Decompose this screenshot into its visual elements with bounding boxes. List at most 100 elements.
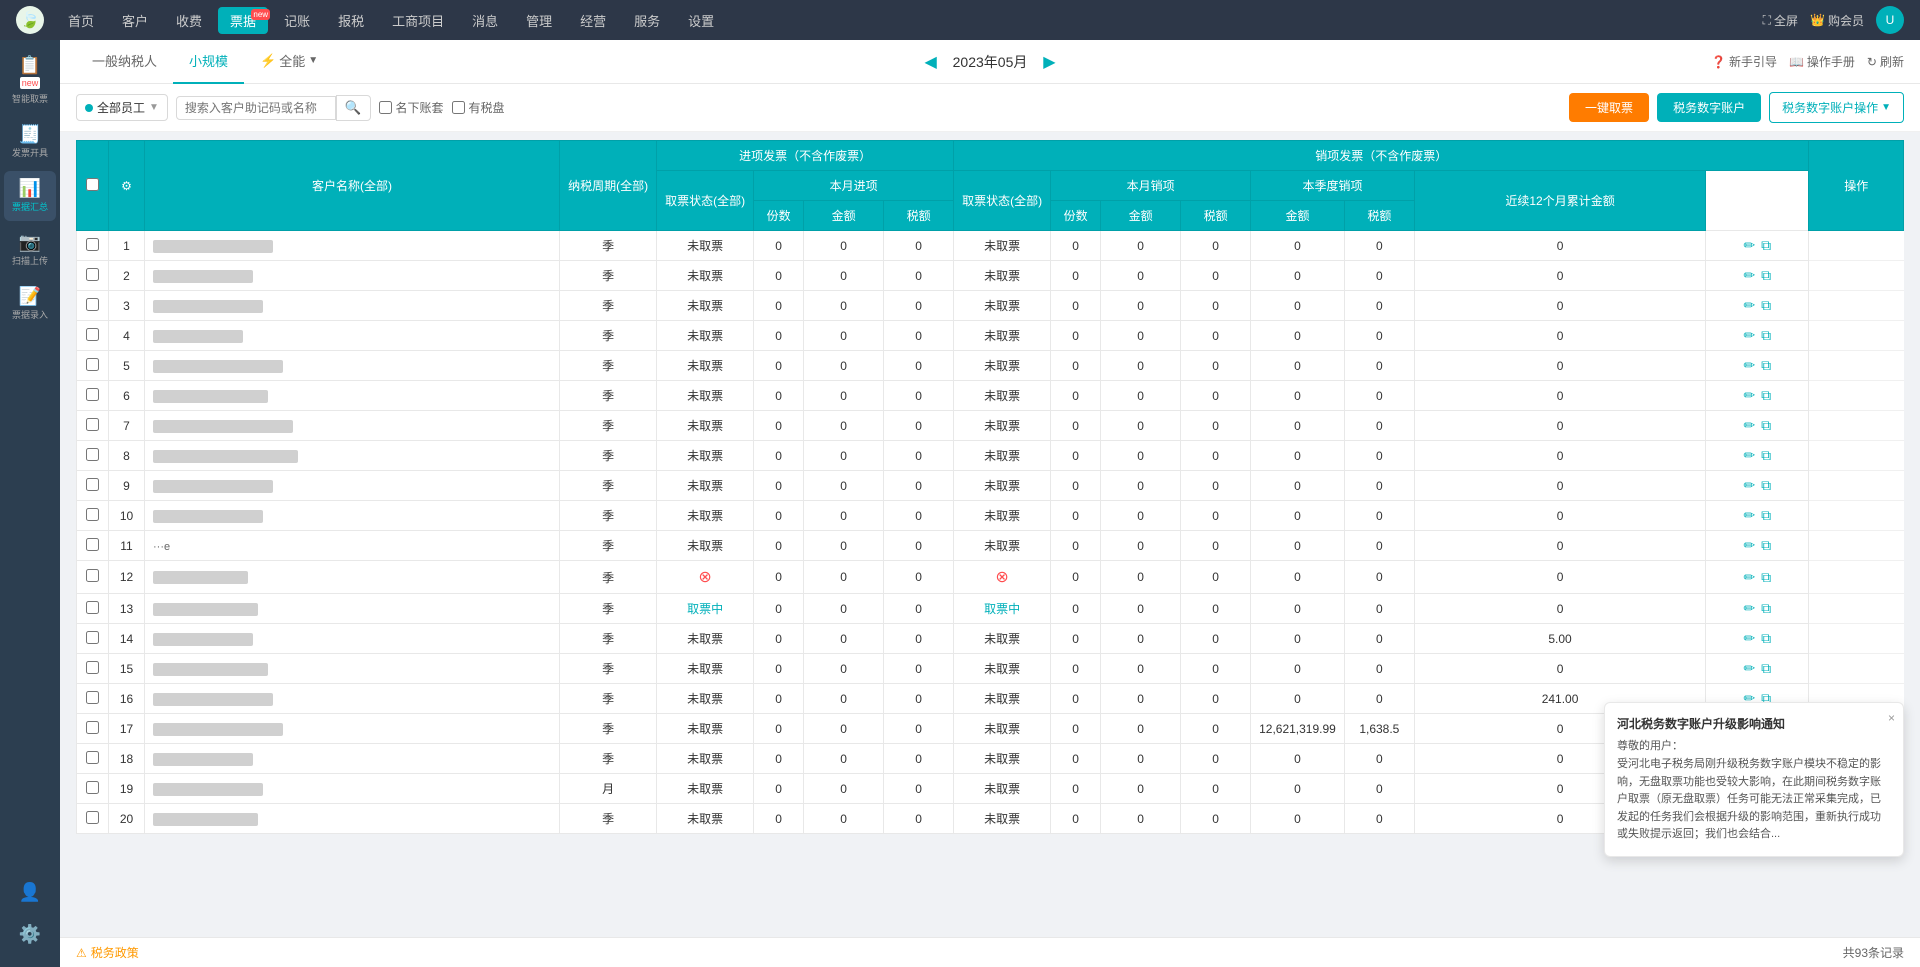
copy-icon[interactable]: ⧉ (1761, 660, 1771, 677)
tab-general-taxpayer[interactable]: 一般纳税人 (76, 40, 173, 84)
row-checkbox[interactable] (86, 268, 99, 281)
row-checkbox[interactable] (86, 781, 99, 794)
row-checkbox[interactable] (86, 508, 99, 521)
tax-digital-account-button[interactable]: 税务数字账户 (1657, 93, 1761, 122)
copy-icon[interactable]: ⧉ (1761, 237, 1771, 254)
row-checkbox[interactable] (86, 388, 99, 401)
refresh-button[interactable]: ↻ 刷新 (1867, 53, 1904, 70)
tax-policy-link[interactable]: ⚠ 税务政策 (76, 944, 139, 961)
row-checkbox[interactable] (86, 751, 99, 764)
nav-tax[interactable]: 报税 (326, 7, 376, 34)
sidebar-item-invoice-entry[interactable]: 📝 票据录入 (4, 279, 56, 329)
tax-disk-checkbox[interactable]: 有税盘 (452, 99, 505, 116)
prev-month-button[interactable]: ◀ (919, 50, 943, 74)
next-month-button[interactable]: ▶ (1037, 50, 1061, 74)
edit-icon[interactable]: ✏ (1743, 447, 1755, 464)
select-all-checkbox[interactable] (86, 178, 99, 191)
row-checkbox[interactable] (86, 631, 99, 644)
manual-button[interactable]: 📖 操作手册 (1789, 53, 1855, 70)
tab-small-scale[interactable]: 小规模 (173, 40, 244, 84)
employee-select[interactable]: 全部员工 ▼ (76, 94, 168, 121)
one-key-fetch-button[interactable]: 一键取票 (1569, 93, 1649, 122)
copy-icon[interactable]: ⧉ (1761, 477, 1771, 494)
notification-close-button[interactable]: × (1888, 711, 1895, 725)
copy-icon[interactable]: ⧉ (1761, 600, 1771, 617)
row-checkbox[interactable] (86, 358, 99, 371)
row-checkbox[interactable] (86, 691, 99, 704)
row-checkbox[interactable] (86, 448, 99, 461)
th-out-fetch-status[interactable]: 取票状态(全部) (954, 171, 1051, 231)
nav-accounting[interactable]: 记账 (272, 7, 322, 34)
tax-disk-checkbox-input[interactable] (452, 101, 465, 114)
edit-icon[interactable]: ✏ (1743, 537, 1755, 554)
edit-icon[interactable]: ✏ (1743, 507, 1755, 524)
user-avatar[interactable]: U (1876, 6, 1904, 34)
edit-icon[interactable]: ✏ (1743, 660, 1755, 677)
row-checkbox[interactable] (86, 418, 99, 431)
row-checkbox[interactable] (86, 601, 99, 614)
th-client-name[interactable]: 客户名称(全部) (145, 141, 560, 231)
row-checkbox[interactable] (86, 661, 99, 674)
copy-icon[interactable]: ⧉ (1761, 447, 1771, 464)
nav-operations[interactable]: 经营 (568, 7, 618, 34)
edit-icon[interactable]: ✏ (1743, 477, 1755, 494)
sub-account-checkbox-input[interactable] (379, 101, 392, 114)
sidebar-item-invoice-summary[interactable]: 📊 票据汇总 (4, 171, 56, 221)
th-tax-period[interactable]: 纳税周期(全部) (560, 141, 657, 231)
copy-icon[interactable]: ⧉ (1761, 537, 1771, 554)
copy-icon[interactable]: ⧉ (1761, 297, 1771, 314)
copy-icon[interactable]: ⧉ (1761, 569, 1771, 586)
new-guide-button[interactable]: ❓ 新手引导 (1711, 53, 1777, 70)
row-checkbox[interactable] (86, 538, 99, 551)
sidebar-item-invoice-open[interactable]: 🧾 发票开具 (4, 117, 56, 167)
edit-icon[interactable]: ✏ (1743, 417, 1755, 434)
fullscreen-button[interactable]: ⛶ 全屏 (1763, 12, 1798, 29)
edit-icon[interactable]: ✏ (1743, 297, 1755, 314)
nav-settings[interactable]: 设置 (676, 7, 726, 34)
edit-icon[interactable]: ✏ (1743, 357, 1755, 374)
row-checkbox[interactable] (86, 238, 99, 251)
copy-icon[interactable]: ⧉ (1761, 417, 1771, 434)
tab-all[interactable]: ⚡ 全能 ▼ (244, 40, 334, 84)
row-out-status-cell: 未取票 (954, 231, 1051, 261)
row-checkbox[interactable] (86, 478, 99, 491)
nav-manage[interactable]: 管理 (514, 7, 564, 34)
sub-account-checkbox[interactable]: 名下账套 (379, 99, 444, 116)
nav-home[interactable]: 首页 (56, 7, 106, 34)
member-button[interactable]: 👑 购会员 (1810, 12, 1864, 29)
edit-icon[interactable]: ✏ (1743, 267, 1755, 284)
nav-messages[interactable]: 消息 (460, 7, 510, 34)
copy-icon[interactable]: ⧉ (1761, 507, 1771, 524)
tax-digital-ops-button[interactable]: 税务数字账户操作 ▼ (1769, 92, 1904, 123)
search-input[interactable] (176, 96, 336, 120)
settings-gear-icon[interactable]: ⚙ (121, 179, 132, 193)
edit-icon[interactable]: ✏ (1743, 327, 1755, 344)
sidebar-settings-button[interactable]: ⚙️ (4, 917, 56, 951)
nav-clients[interactable]: 客户 (110, 7, 160, 34)
row-checkbox[interactable] (86, 811, 99, 824)
nav-business[interactable]: 工商项目 (380, 7, 456, 34)
copy-icon[interactable]: ⧉ (1761, 267, 1771, 284)
nav-invoices[interactable]: 票据 new (218, 7, 268, 34)
sidebar-user-button[interactable]: 👤 (4, 875, 56, 909)
th-in-fetch-status[interactable]: 取票状态(全部) (657, 171, 754, 231)
invoice-summary-icon: 📊 (19, 179, 41, 197)
nav-billing[interactable]: 收费 (164, 7, 214, 34)
sidebar-item-scan-upload[interactable]: 📷 扫描上传 (4, 225, 56, 275)
copy-icon[interactable]: ⧉ (1761, 387, 1771, 404)
edit-icon[interactable]: ✏ (1743, 630, 1755, 647)
edit-icon[interactable]: ✏ (1743, 237, 1755, 254)
search-button[interactable]: 🔍 (336, 95, 371, 121)
nav-services[interactable]: 服务 (622, 7, 672, 34)
edit-icon[interactable]: ✏ (1743, 569, 1755, 586)
sidebar-item-smart-ticket[interactable]: 📋 new 智能取票 (4, 48, 56, 113)
copy-icon[interactable]: ⧉ (1761, 327, 1771, 344)
edit-icon[interactable]: ✏ (1743, 600, 1755, 617)
copy-icon[interactable]: ⧉ (1761, 357, 1771, 374)
row-checkbox[interactable] (86, 328, 99, 341)
row-checkbox[interactable] (86, 721, 99, 734)
row-checkbox[interactable] (86, 298, 99, 311)
row-checkbox[interactable] (86, 569, 99, 582)
copy-icon[interactable]: ⧉ (1761, 630, 1771, 647)
edit-icon[interactable]: ✏ (1743, 387, 1755, 404)
